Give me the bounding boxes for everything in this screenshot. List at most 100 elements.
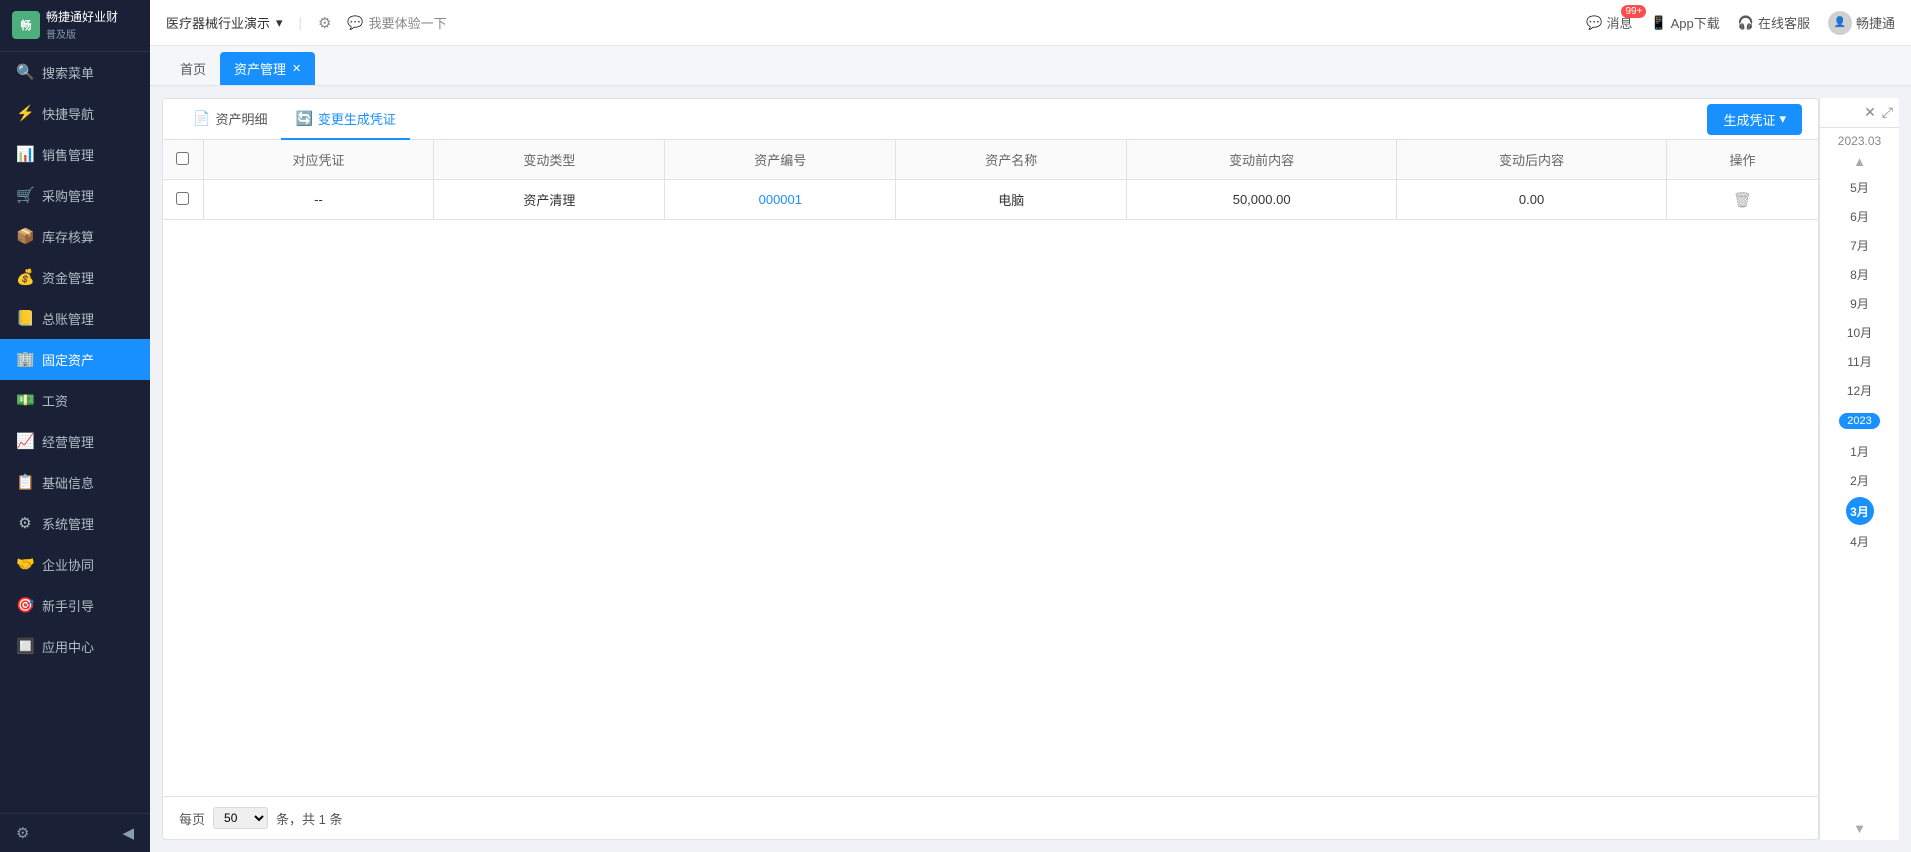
service-btn[interactable]: 🎧 在线客服 xyxy=(1738,13,1810,32)
sidebar: 畅 畅捷通好业财 普及版 🔍 搜索菜单 ⚡ 快捷导航 📊 销售管理 🛒 采购管理… xyxy=(0,0,150,852)
col-action: 操作 xyxy=(1667,140,1819,180)
main-area: 医疗器械行业演示 ▾ | ⚙ 💬 我要体验一下 💬 消息 99+ 📱 App下载… xyxy=(150,0,1911,852)
tab-assets[interactable]: 资产管理 ✕ xyxy=(220,52,315,85)
dropdown-icon: ▾ xyxy=(276,15,283,31)
date-panel: ✕ ⤢ 2023.03 ▲ 5月 6月 7月 8月 9月 10月 11月 12月… xyxy=(1819,98,1899,840)
detail-tab-icon: 📄 xyxy=(193,110,210,127)
per-page-select[interactable]: 10 20 50 100 xyxy=(213,807,268,829)
date-month-7[interactable]: 7月 xyxy=(1820,231,1899,260)
date-month-1[interactable]: 1月 xyxy=(1820,437,1899,466)
cell-action: 🗑 xyxy=(1667,180,1819,220)
box-icon: 📦 xyxy=(16,227,34,245)
app-download-btn[interactable]: 📱 App下载 xyxy=(1650,13,1719,32)
sidebar-item-operation[interactable]: 📈 经营管理 xyxy=(0,421,150,462)
total-label: 条，共 1 条 xyxy=(276,809,342,828)
panel-expand-button[interactable]: ⤢ xyxy=(1882,104,1893,121)
col-type: 变动类型 xyxy=(434,140,665,180)
guide-icon: 🎯 xyxy=(16,596,34,614)
date-month-9[interactable]: 9月 xyxy=(1820,289,1899,318)
system-icon: ⚙ xyxy=(16,514,34,532)
date-month-8[interactable]: 8月 xyxy=(1820,260,1899,289)
message-badge: 99+ xyxy=(1621,5,1646,18)
sidebar-item-sales[interactable]: 📊 销售管理 xyxy=(0,134,150,175)
user-btn[interactable]: 👤 畅捷通 xyxy=(1828,11,1895,35)
cell-code[interactable]: 000001 xyxy=(665,180,896,220)
sidebar-item-appcenter[interactable]: 🔲 应用中心 xyxy=(0,626,150,667)
cell-after: 0.00 xyxy=(1397,180,1667,220)
header-separator: | xyxy=(299,15,302,30)
data-table-container: 对应凭证 变动类型 资产编号 资产名称 变动前内容 变动后内容 操作 xyxy=(163,140,1818,796)
salary-icon: 💵 xyxy=(16,391,34,409)
cell-name: 电脑 xyxy=(896,180,1127,220)
header-gear-icon[interactable]: ⚙ xyxy=(318,14,331,32)
delete-icon[interactable]: 🗑 xyxy=(1733,192,1752,209)
date-month-3-active[interactable]: 3月 xyxy=(1846,497,1874,525)
date-month-4[interactable]: 4月 xyxy=(1820,527,1899,556)
date-month-11[interactable]: 11月 xyxy=(1820,347,1899,376)
sidebar-item-funds[interactable]: 💰 资金管理 xyxy=(0,257,150,298)
app-center-icon: 🔲 xyxy=(16,637,34,655)
sidebar-item-collab[interactable]: 🤝 企业协同 xyxy=(0,544,150,585)
panel-close-button[interactable]: ✕ xyxy=(1864,104,1876,121)
date-month-6[interactable]: 6月 xyxy=(1820,202,1899,231)
building-icon: 🏢 xyxy=(16,350,34,368)
logo-text: 畅捷通好业财 普及版 xyxy=(46,10,118,41)
avatar: 👤 xyxy=(1828,11,1852,35)
tab-home[interactable]: 首页 xyxy=(166,52,220,85)
col-after: 变动后内容 xyxy=(1397,140,1667,180)
date-panel-header: ✕ ⤢ xyxy=(1820,98,1899,128)
inner-tab-change[interactable]: 🔄 变更生成凭证 xyxy=(281,99,409,140)
sidebar-item-inventory[interactable]: 📦 库存核算 xyxy=(0,216,150,257)
inner-tab-bar: 📄 资产明细 🔄 变更生成凭证 生成凭证 ▾ xyxy=(163,99,1818,140)
sidebar-item-basic[interactable]: 📋 基础信息 xyxy=(0,462,150,503)
chart-icon: 📊 xyxy=(16,145,34,163)
sidebar-logo[interactable]: 畅 畅捷通好业财 普及版 xyxy=(0,0,150,52)
sidebar-item-purchase[interactable]: 🛒 采购管理 xyxy=(0,175,150,216)
sidebar-nav: 🔍 搜索菜单 ⚡ 快捷导航 📊 销售管理 🛒 采购管理 📦 库存核算 💰 资金管… xyxy=(0,52,150,813)
lightning-icon: ⚡ xyxy=(16,104,34,122)
experience-btn[interactable]: 💬 我要体验一下 xyxy=(347,13,446,32)
date-month-10[interactable]: 10月 xyxy=(1820,318,1899,347)
company-selector[interactable]: 医疗器械行业演示 ▾ xyxy=(166,13,283,32)
row-checkbox[interactable] xyxy=(176,192,189,205)
sidebar-item-ledger[interactable]: 📒 总账管理 xyxy=(0,298,150,339)
date-next-arrow[interactable]: ▼ xyxy=(1820,817,1899,840)
date-year-header: 2023.03 xyxy=(1820,128,1899,150)
select-all-checkbox[interactable] xyxy=(176,152,189,165)
table-row: -- 资产清理 000001 电脑 50,000.00 0.00 🗑 xyxy=(163,180,1818,220)
cart-icon: 🛒 xyxy=(16,186,34,204)
date-month-5[interactable]: 5月 xyxy=(1820,173,1899,202)
experience-icon: 💬 xyxy=(347,15,363,31)
message-btn[interactable]: 💬 消息 99+ xyxy=(1586,13,1632,32)
date-month-2[interactable]: 2月 xyxy=(1820,466,1899,495)
col-before: 变动前内容 xyxy=(1127,140,1397,180)
sidebar-bottom: ⚙ ◀ xyxy=(0,813,150,852)
collapse-icon[interactable]: ◀ xyxy=(122,824,134,842)
sidebar-item-system[interactable]: ⚙ 系统管理 xyxy=(0,503,150,544)
message-icon: 💬 xyxy=(1586,15,1602,31)
sidebar-item-assets[interactable]: 🏢 固定资产 xyxy=(0,339,150,380)
sidebar-item-salary[interactable]: 💵 工资 xyxy=(0,380,150,421)
col-checkbox xyxy=(163,140,203,180)
cell-voucher: -- xyxy=(203,180,434,220)
generate-voucher-button[interactable]: 生成凭证 ▾ xyxy=(1707,104,1802,135)
table-footer: 每页 10 20 50 100 条，共 1 条 xyxy=(163,796,1818,839)
app-header: 医疗器械行业演示 ▾ | ⚙ 💬 我要体验一下 💬 消息 99+ 📱 App下载… xyxy=(150,0,1911,46)
per-page-label: 每页 xyxy=(179,809,205,828)
date-prev-arrow[interactable]: ▲ xyxy=(1820,150,1899,173)
row-checkbox-cell xyxy=(163,180,203,220)
date-month-12[interactable]: 12月 xyxy=(1820,376,1899,405)
inner-tab-detail[interactable]: 📄 资产明细 xyxy=(179,99,281,140)
app-download-icon: 📱 xyxy=(1650,15,1666,31)
sidebar-item-search[interactable]: 🔍 搜索菜单 xyxy=(0,52,150,93)
sidebar-item-quicknav[interactable]: ⚡ 快捷导航 xyxy=(0,93,150,134)
tab-close-icon[interactable]: ✕ xyxy=(292,62,301,75)
info-icon: 📋 xyxy=(16,473,34,491)
cell-before: 50,000.00 xyxy=(1127,180,1397,220)
year-badge-2023: 2023 xyxy=(1839,413,1879,429)
search-icon: 🔍 xyxy=(16,63,34,81)
logo-icon: 畅 xyxy=(12,11,40,39)
sidebar-item-guide[interactable]: 🎯 新手引导 xyxy=(0,585,150,626)
company-name: 医疗器械行业演示 xyxy=(166,13,270,32)
settings-bottom-icon[interactable]: ⚙ xyxy=(16,824,29,842)
